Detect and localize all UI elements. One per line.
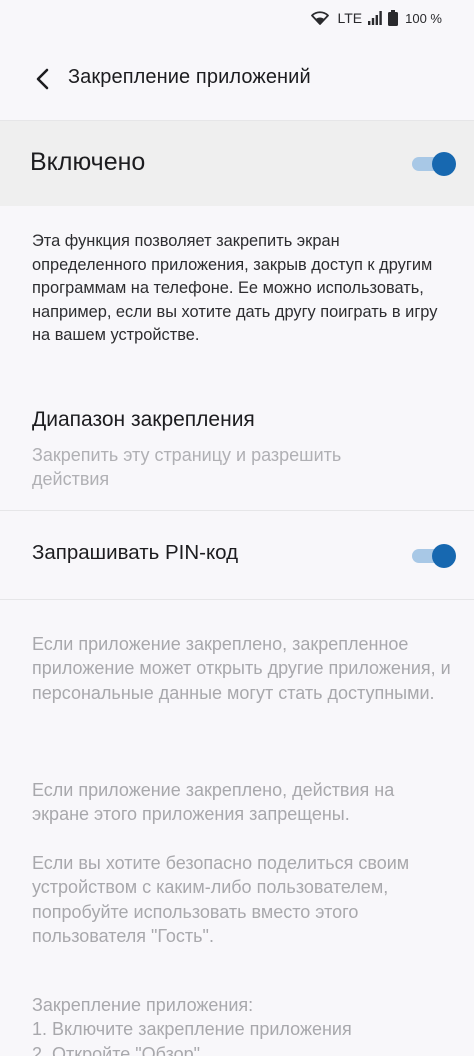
info-text: Если приложение закреплено, действия на … [32,780,395,825]
info-step: 1. Включите закрепление приложения [32,1019,352,1040]
master-toggle-switch[interactable] [412,150,456,176]
pin-range-subtitle: Закрепить эту страницу и разрешить дейст… [32,445,342,489]
status-bar: LTE 100 % [0,0,474,36]
info-text: Если приложение закреплено, закрепленное… [32,634,451,703]
info-step: 2. Откройте "Обзор" [32,1043,201,1056]
master-switch-label: Включено [30,148,146,176]
wifi-icon [311,11,330,25]
divider [0,599,474,600]
app-bar: Закрепление приложений [0,52,474,102]
battery-percent: 100 % [405,10,442,26]
info-paragraph-4: Закрепление приложения: 1. Включите закр… [32,993,452,1056]
info-paragraph-3: Если вы хотите безопасно поделиться свои… [32,851,452,948]
switch-thumb [432,152,456,176]
network-type: LTE [337,10,363,26]
pin-range-title: Диапазон закрепления [32,408,255,431]
feature-description: Эта функция позволяет закрепить экран оп… [32,232,438,344]
switch-thumb [432,544,456,568]
back-arrow-icon[interactable] [28,64,58,94]
signal-icon [368,11,382,25]
require-pin-toggle-switch[interactable] [412,542,456,568]
app-pinning-screen: LTE 100 % Закрепление приложений Включен… [0,0,474,1056]
require-pin-row[interactable]: Запрашивать PIN-код [0,511,474,599]
pin-range-item[interactable]: Диапазон закрепления Закрепить эту стран… [0,392,474,510]
require-pin-label: Запрашивать PIN-код [32,541,239,564]
info-paragraph-1: Если приложение закреплено, закрепленное… [32,632,452,705]
master-switch-row[interactable]: Включено [0,120,474,206]
battery-icon [388,10,399,26]
page-title: Закрепление приложений [68,66,311,88]
info-title: Закрепление приложения: [32,995,254,1015]
info-text: Если вы хотите безопасно поделиться свои… [32,853,410,946]
info-paragraph-2: Если приложение закреплено, действия на … [32,778,452,827]
